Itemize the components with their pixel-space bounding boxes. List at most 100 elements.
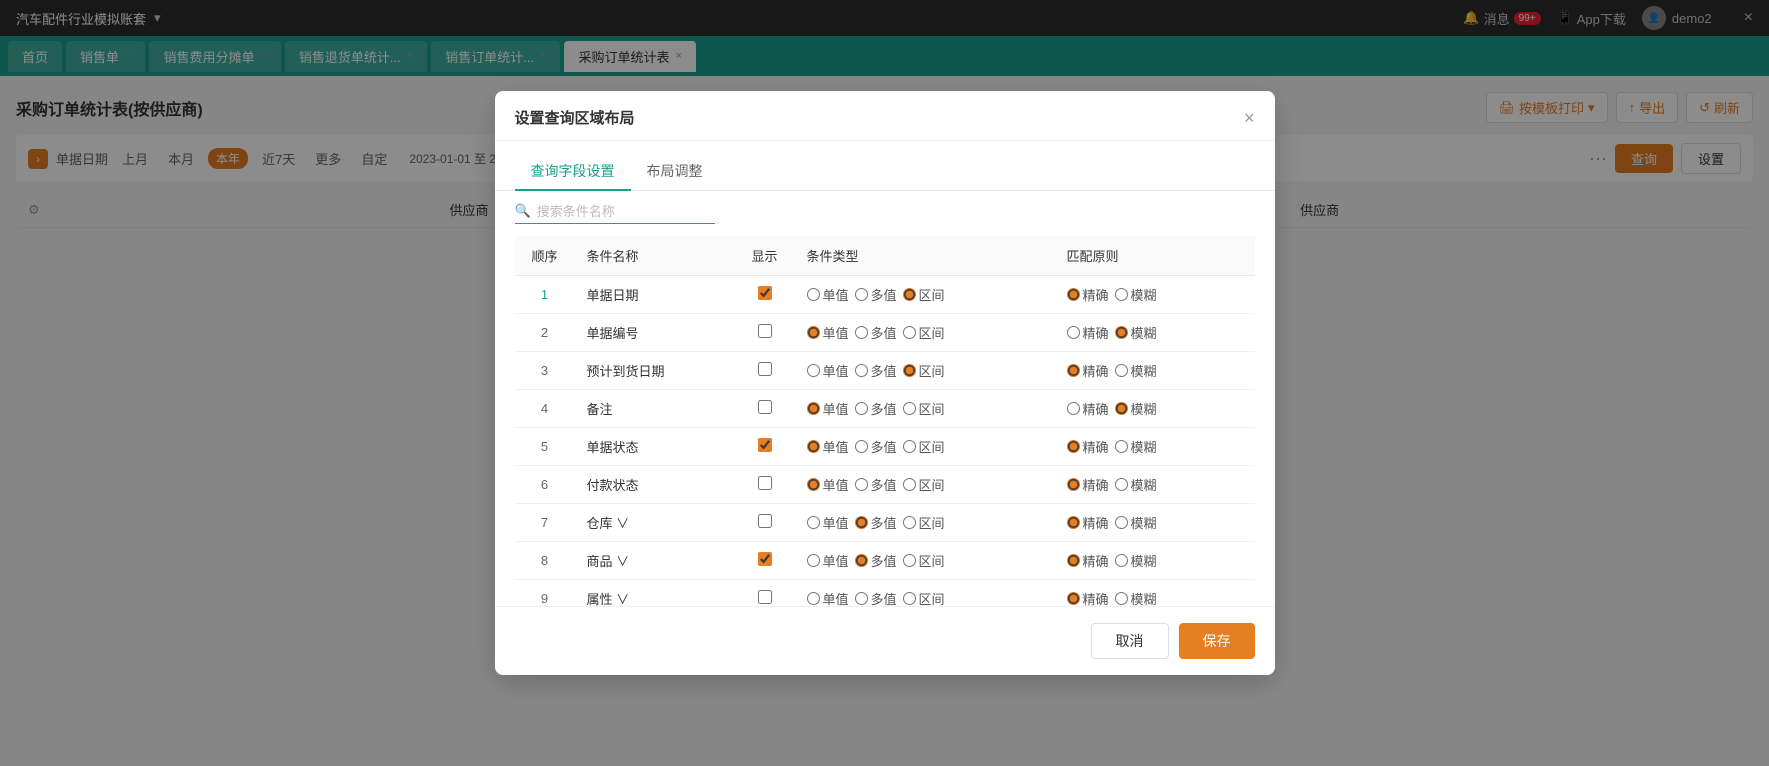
radio-match-fuzzy[interactable] xyxy=(1115,402,1128,415)
radio-label-range[interactable]: 区间 xyxy=(903,513,945,532)
dialog-close-button[interactable]: × xyxy=(1244,109,1255,127)
radio-range[interactable] xyxy=(903,478,916,491)
radio-label-match-exact[interactable]: 精确 xyxy=(1067,285,1109,304)
radio-single[interactable] xyxy=(807,326,820,339)
radio-label-match-fuzzy[interactable]: 模糊 xyxy=(1115,513,1157,532)
dialog-tab-query-fields[interactable]: 查询字段设置 xyxy=(515,153,631,191)
radio-single[interactable] xyxy=(807,592,820,605)
radio-label-range[interactable]: 区间 xyxy=(903,361,945,380)
radio-label-match-exact[interactable]: 精确 xyxy=(1067,475,1109,494)
radio-label-match-fuzzy[interactable]: 模糊 xyxy=(1115,285,1157,304)
radio-multi[interactable] xyxy=(855,364,868,377)
save-button[interactable]: 保存 xyxy=(1179,623,1255,659)
radio-label-match-exact[interactable]: 精确 xyxy=(1067,399,1109,418)
display-checkbox[interactable] xyxy=(758,324,772,338)
radio-label-match-fuzzy[interactable]: 模糊 xyxy=(1115,589,1157,606)
radio-label-multi[interactable]: 多值 xyxy=(855,399,897,418)
radio-range[interactable] xyxy=(903,592,916,605)
radio-label-range[interactable]: 区间 xyxy=(903,399,945,418)
radio-single[interactable] xyxy=(807,402,820,415)
radio-label-match-exact[interactable]: 精确 xyxy=(1067,589,1109,606)
radio-label-match-exact[interactable]: 精确 xyxy=(1067,513,1109,532)
cell-display[interactable] xyxy=(735,276,795,314)
radio-match-fuzzy[interactable] xyxy=(1115,516,1128,529)
radio-match-exact[interactable] xyxy=(1067,402,1080,415)
radio-label-multi[interactable]: 多值 xyxy=(855,285,897,304)
radio-label-single[interactable]: 单值 xyxy=(807,437,849,456)
radio-range[interactable] xyxy=(903,402,916,415)
radio-label-match-fuzzy[interactable]: 模糊 xyxy=(1115,475,1157,494)
radio-label-range[interactable]: 区间 xyxy=(903,437,945,456)
radio-multi[interactable] xyxy=(855,402,868,415)
radio-range[interactable] xyxy=(903,326,916,339)
radio-label-range[interactable]: 区间 xyxy=(903,475,945,494)
cell-display[interactable] xyxy=(735,580,795,607)
radio-label-single[interactable]: 单值 xyxy=(807,513,849,532)
radio-match-fuzzy[interactable] xyxy=(1115,592,1128,605)
radio-label-match-fuzzy[interactable]: 模糊 xyxy=(1115,361,1157,380)
radio-label-multi[interactable]: 多值 xyxy=(855,513,897,532)
radio-label-single[interactable]: 单值 xyxy=(807,551,849,570)
radio-match-exact[interactable] xyxy=(1067,440,1080,453)
radio-label-single[interactable]: 单值 xyxy=(807,589,849,606)
radio-multi[interactable] xyxy=(855,592,868,605)
cell-display[interactable] xyxy=(735,466,795,504)
cell-display[interactable] xyxy=(735,504,795,542)
radio-label-match-exact[interactable]: 精确 xyxy=(1067,323,1109,342)
radio-match-exact[interactable] xyxy=(1067,516,1080,529)
radio-single[interactable] xyxy=(807,516,820,529)
radio-multi[interactable] xyxy=(855,326,868,339)
radio-label-match-exact[interactable]: 精确 xyxy=(1067,361,1109,380)
radio-match-fuzzy[interactable] xyxy=(1115,554,1128,567)
radio-label-multi[interactable]: 多值 xyxy=(855,589,897,606)
radio-label-single[interactable]: 单值 xyxy=(807,399,849,418)
radio-match-fuzzy[interactable] xyxy=(1115,288,1128,301)
radio-label-match-exact[interactable]: 精确 xyxy=(1067,437,1109,456)
dialog-tab-layout[interactable]: 布局调整 xyxy=(631,153,719,191)
radio-match-fuzzy[interactable] xyxy=(1115,440,1128,453)
radio-label-match-fuzzy[interactable]: 模糊 xyxy=(1115,551,1157,570)
radio-label-range[interactable]: 区间 xyxy=(903,285,945,304)
radio-label-match-fuzzy[interactable]: 模糊 xyxy=(1115,399,1157,418)
radio-match-exact[interactable] xyxy=(1067,288,1080,301)
radio-single[interactable] xyxy=(807,554,820,567)
radio-match-fuzzy[interactable] xyxy=(1115,326,1128,339)
radio-multi[interactable] xyxy=(855,288,868,301)
cancel-button[interactable]: 取消 xyxy=(1091,623,1169,659)
radio-label-multi[interactable]: 多值 xyxy=(855,551,897,570)
radio-range[interactable] xyxy=(903,288,916,301)
radio-match-exact[interactable] xyxy=(1067,554,1080,567)
radio-match-fuzzy[interactable] xyxy=(1115,478,1128,491)
radio-range[interactable] xyxy=(903,440,916,453)
cell-display[interactable] xyxy=(735,314,795,352)
display-checkbox[interactable] xyxy=(758,476,772,490)
display-checkbox[interactable] xyxy=(758,552,772,566)
radio-range[interactable] xyxy=(903,554,916,567)
display-checkbox[interactable] xyxy=(758,438,772,452)
cell-display[interactable] xyxy=(735,390,795,428)
radio-label-multi[interactable]: 多值 xyxy=(855,437,897,456)
radio-label-multi[interactable]: 多值 xyxy=(855,361,897,380)
display-checkbox[interactable] xyxy=(758,362,772,376)
radio-label-multi[interactable]: 多值 xyxy=(855,323,897,342)
display-checkbox[interactable] xyxy=(758,590,772,604)
radio-multi[interactable] xyxy=(855,516,868,529)
radio-match-exact[interactable] xyxy=(1067,478,1080,491)
radio-label-single[interactable]: 单值 xyxy=(807,323,849,342)
radio-match-exact[interactable] xyxy=(1067,364,1080,377)
search-input[interactable] xyxy=(537,204,697,219)
radio-multi[interactable] xyxy=(855,478,868,491)
radio-single[interactable] xyxy=(807,440,820,453)
radio-match-exact[interactable] xyxy=(1067,592,1080,605)
radio-match-fuzzy[interactable] xyxy=(1115,364,1128,377)
radio-label-single[interactable]: 单值 xyxy=(807,361,849,380)
radio-label-range[interactable]: 区间 xyxy=(903,551,945,570)
display-checkbox[interactable] xyxy=(758,400,772,414)
cell-display[interactable] xyxy=(735,428,795,466)
radio-range[interactable] xyxy=(903,364,916,377)
radio-label-single[interactable]: 单值 xyxy=(807,475,849,494)
radio-label-match-fuzzy[interactable]: 模糊 xyxy=(1115,437,1157,456)
radio-match-exact[interactable] xyxy=(1067,326,1080,339)
radio-label-match-exact[interactable]: 精确 xyxy=(1067,551,1109,570)
radio-multi[interactable] xyxy=(855,440,868,453)
